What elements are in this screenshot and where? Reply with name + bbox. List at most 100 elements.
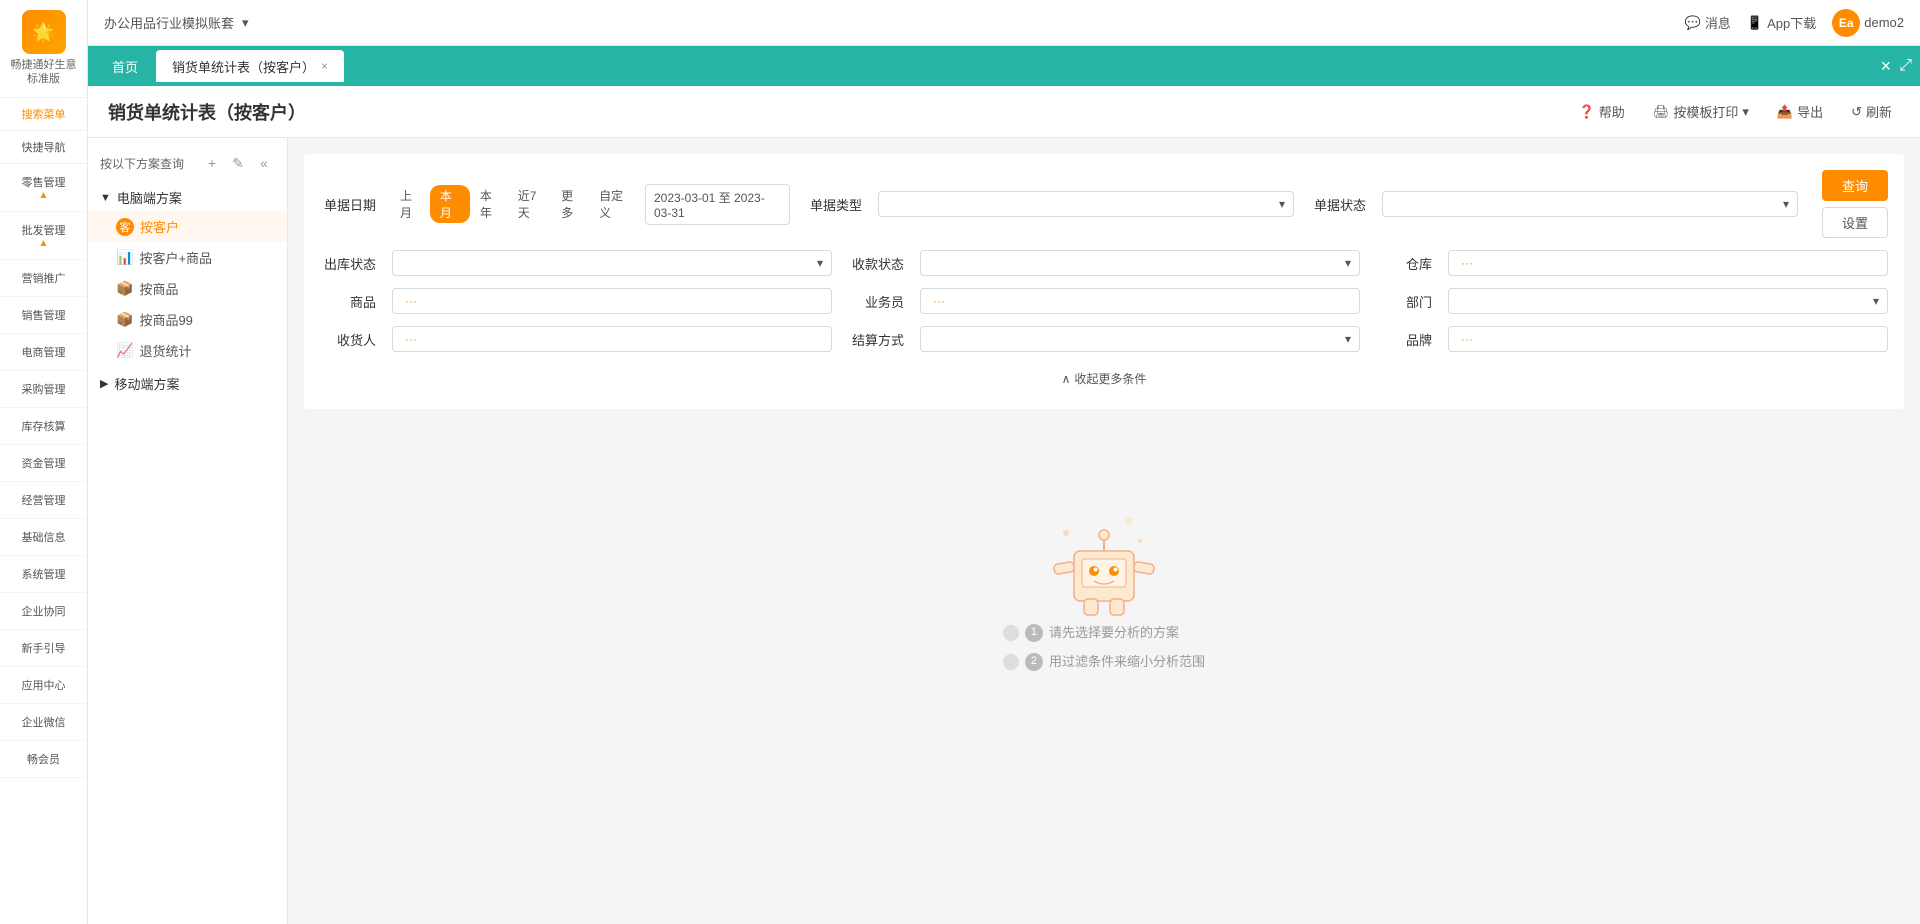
- doc-type-select[interactable]: ▾: [878, 191, 1294, 217]
- scheme-item-by-customer-product[interactable]: 📊 按客户+商品: [88, 242, 287, 273]
- tab-active[interactable]: 销货单统计表（按客户） ×: [156, 50, 344, 82]
- item-icon-return: 📈: [116, 342, 133, 359]
- mobile-category-arrow: ▶: [100, 377, 108, 390]
- department-select[interactable]: ▾: [1448, 288, 1888, 314]
- help-icon: ❓: [1579, 104, 1595, 120]
- search-menu[interactable]: 搜索菜单: [0, 98, 87, 131]
- sidebar-item-appcenter[interactable]: 应用中心: [0, 667, 87, 704]
- scheme-item-by-product99[interactable]: 📦 按商品99: [88, 304, 287, 335]
- recipient-dots[interactable]: ···: [401, 332, 421, 346]
- tab-home[interactable]: 首页: [96, 50, 154, 82]
- empty-state: 1 请先选择要分析的方案 2 用过滤条件来缩小分析范围: [304, 421, 1904, 754]
- sidebar-item-vip[interactable]: 畅会员: [0, 741, 87, 778]
- print-icon: 🖨: [1653, 104, 1670, 120]
- sidebar-item-wechat[interactable]: 企业微信: [0, 704, 87, 741]
- tab-bar: 首页 销货单统计表（按客户） × × ⤢: [88, 46, 1920, 86]
- sidebar-item-operations[interactable]: 经营管理: [0, 482, 87, 519]
- sidebar-item-marketing[interactable]: 营销推广: [0, 260, 87, 297]
- hint-num-1: 1: [1025, 624, 1043, 642]
- settlement-select[interactable]: ▾: [920, 326, 1360, 352]
- product-dots[interactable]: ···: [401, 294, 421, 308]
- close-window-icon[interactable]: ×: [1881, 56, 1892, 77]
- sidebar-item-ecommerce[interactable]: 电商管理: [0, 334, 87, 371]
- sidebar-item-retail[interactable]: 零售管理 ▲: [0, 164, 87, 212]
- scheme-collapse-button[interactable]: «: [253, 152, 275, 174]
- product-select[interactable]: ···: [392, 288, 832, 314]
- settings-button[interactable]: 设置: [1822, 207, 1888, 238]
- header-dropdown-icon[interactable]: ▾: [242, 15, 249, 31]
- scheme-item-by-customer[interactable]: 客 按客户: [88, 211, 287, 242]
- date-tab-last7days[interactable]: 近7天: [510, 185, 551, 223]
- recipient-select[interactable]: ···: [392, 326, 832, 352]
- message-icon: 💬: [1685, 15, 1701, 31]
- app-download-button[interactable]: 📱 App下载: [1747, 13, 1816, 32]
- tab-close-icon[interactable]: ×: [321, 59, 328, 73]
- date-tab-this-year[interactable]: 本年: [472, 185, 508, 223]
- export-button[interactable]: 📤 导出: [1769, 98, 1831, 125]
- help-label: 帮助: [1599, 102, 1625, 121]
- settlement-label: 结算方式: [848, 330, 904, 349]
- scheme-add-button[interactable]: +: [201, 152, 223, 174]
- inner-layout: 按以下方案查询 + ✎ « ▼ 电脑端方案 客 按客户 �: [88, 138, 1920, 924]
- collapse-row[interactable]: ∧ 收起更多条件: [320, 364, 1888, 393]
- sidebar-item-base[interactable]: 基础信息: [0, 519, 87, 556]
- department-label: 部门: [1376, 292, 1432, 311]
- filter-row-3: 商品 ··· 业务员 ··· 部门 ▾: [320, 288, 1888, 314]
- doc-status-chevron: ▾: [1783, 197, 1789, 211]
- sidebar-item-enterprise[interactable]: 企业协同: [0, 593, 87, 630]
- scheme-category-mobile[interactable]: ▶ 移动端方案: [88, 370, 287, 397]
- sidebar-item-wholesale[interactable]: 批发管理 ▲: [0, 212, 87, 260]
- receipt-status-select[interactable]: ▾: [920, 250, 1360, 276]
- out-status-select[interactable]: ▾: [392, 250, 832, 276]
- scheme-item-return-stats[interactable]: 📈 退货统计: [88, 335, 287, 366]
- messages-button[interactable]: 💬 消息: [1685, 13, 1731, 32]
- salesperson-select[interactable]: ···: [920, 288, 1360, 314]
- shortcut-nav[interactable]: 快捷导航: [0, 131, 87, 164]
- export-label: 导出: [1797, 102, 1823, 121]
- page-title: 销货单统计表（按客户）: [108, 99, 306, 125]
- item-icon-customer-product: 📊: [116, 249, 133, 266]
- scheme-item-by-product[interactable]: 📦 按商品: [88, 273, 287, 304]
- sidebar-item-inventory[interactable]: 库存核算: [0, 408, 87, 445]
- doc-status-select[interactable]: ▾: [1382, 191, 1798, 217]
- sidebar-item-newuser[interactable]: 新手引导: [0, 630, 87, 667]
- print-button[interactable]: 🖨 按模板打印 ▾: [1645, 98, 1757, 125]
- refresh-button[interactable]: ↺ 刷新: [1843, 98, 1900, 125]
- sidebar-item-purchase[interactable]: 采购管理: [0, 371, 87, 408]
- scheme-panel: 按以下方案查询 + ✎ « ▼ 电脑端方案 客 按客户 �: [88, 138, 288, 924]
- date-tab-custom[interactable]: 自定义: [591, 185, 637, 223]
- doc-type-chevron: ▾: [1279, 197, 1285, 211]
- tab-maximize[interactable]: × ⤢: [1881, 56, 1912, 77]
- scheme-edit-button[interactable]: ✎: [227, 152, 249, 174]
- date-range-value: 2023-03-01 至 2023-03-31: [654, 189, 781, 220]
- header-title: 办公用品行业模拟账套: [104, 13, 234, 32]
- brand-select[interactable]: ···: [1448, 326, 1888, 352]
- receipt-status-label: 收款状态: [848, 254, 904, 273]
- empty-illustration: [1044, 501, 1164, 621]
- query-button[interactable]: 查询: [1822, 170, 1888, 201]
- user-profile[interactable]: Ea demo2: [1832, 9, 1904, 37]
- date-tab-more[interactable]: 更多: [553, 185, 589, 223]
- logo-icon: 🌟: [22, 10, 66, 54]
- sidebar-item-finance[interactable]: 资金管理: [0, 445, 87, 482]
- scheme-category-desktop[interactable]: ▼ 电脑端方案: [88, 184, 287, 211]
- header-right: 💬 消息 📱 App下载 Ea demo2: [1685, 9, 1904, 37]
- date-tab-last-month[interactable]: 上月: [392, 185, 428, 223]
- maximize-icon[interactable]: ⤢: [1899, 57, 1912, 75]
- sidebar-item-system[interactable]: 系统管理: [0, 556, 87, 593]
- date-tab-this-month[interactable]: 本月: [430, 185, 470, 223]
- sidebar-item-sales[interactable]: 销售管理: [0, 297, 87, 334]
- salesperson-dots[interactable]: ···: [929, 294, 949, 308]
- settlement-chevron: ▾: [1345, 332, 1351, 346]
- date-range-picker[interactable]: 2023-03-01 至 2023-03-31: [645, 184, 790, 225]
- sidebar: 🌟 畅捷通好生意 标准版 搜索菜单 快捷导航 零售管理 ▲ 批发管理 ▲ 营销推…: [0, 0, 88, 924]
- warehouse-select[interactable]: ···: [1448, 250, 1888, 276]
- hint-text-1: 请先选择要分析的方案: [1049, 621, 1179, 644]
- warehouse-dots[interactable]: ···: [1457, 256, 1477, 270]
- print-dropdown-icon: ▾: [1742, 104, 1749, 120]
- content-area: 销货单统计表（按客户） ❓ 帮助 🖨 按模板打印 ▾ 📤 导出: [88, 86, 1920, 924]
- brand-dots[interactable]: ···: [1457, 332, 1477, 346]
- date-tabs: 上月 本月 本年 近7天 更多 自定义: [392, 185, 637, 223]
- help-button[interactable]: ❓ 帮助: [1571, 98, 1633, 125]
- main-container: 办公用品行业模拟账套 ▾ 💬 消息 📱 App下载 Ea demo2 首页 销货…: [88, 0, 1920, 924]
